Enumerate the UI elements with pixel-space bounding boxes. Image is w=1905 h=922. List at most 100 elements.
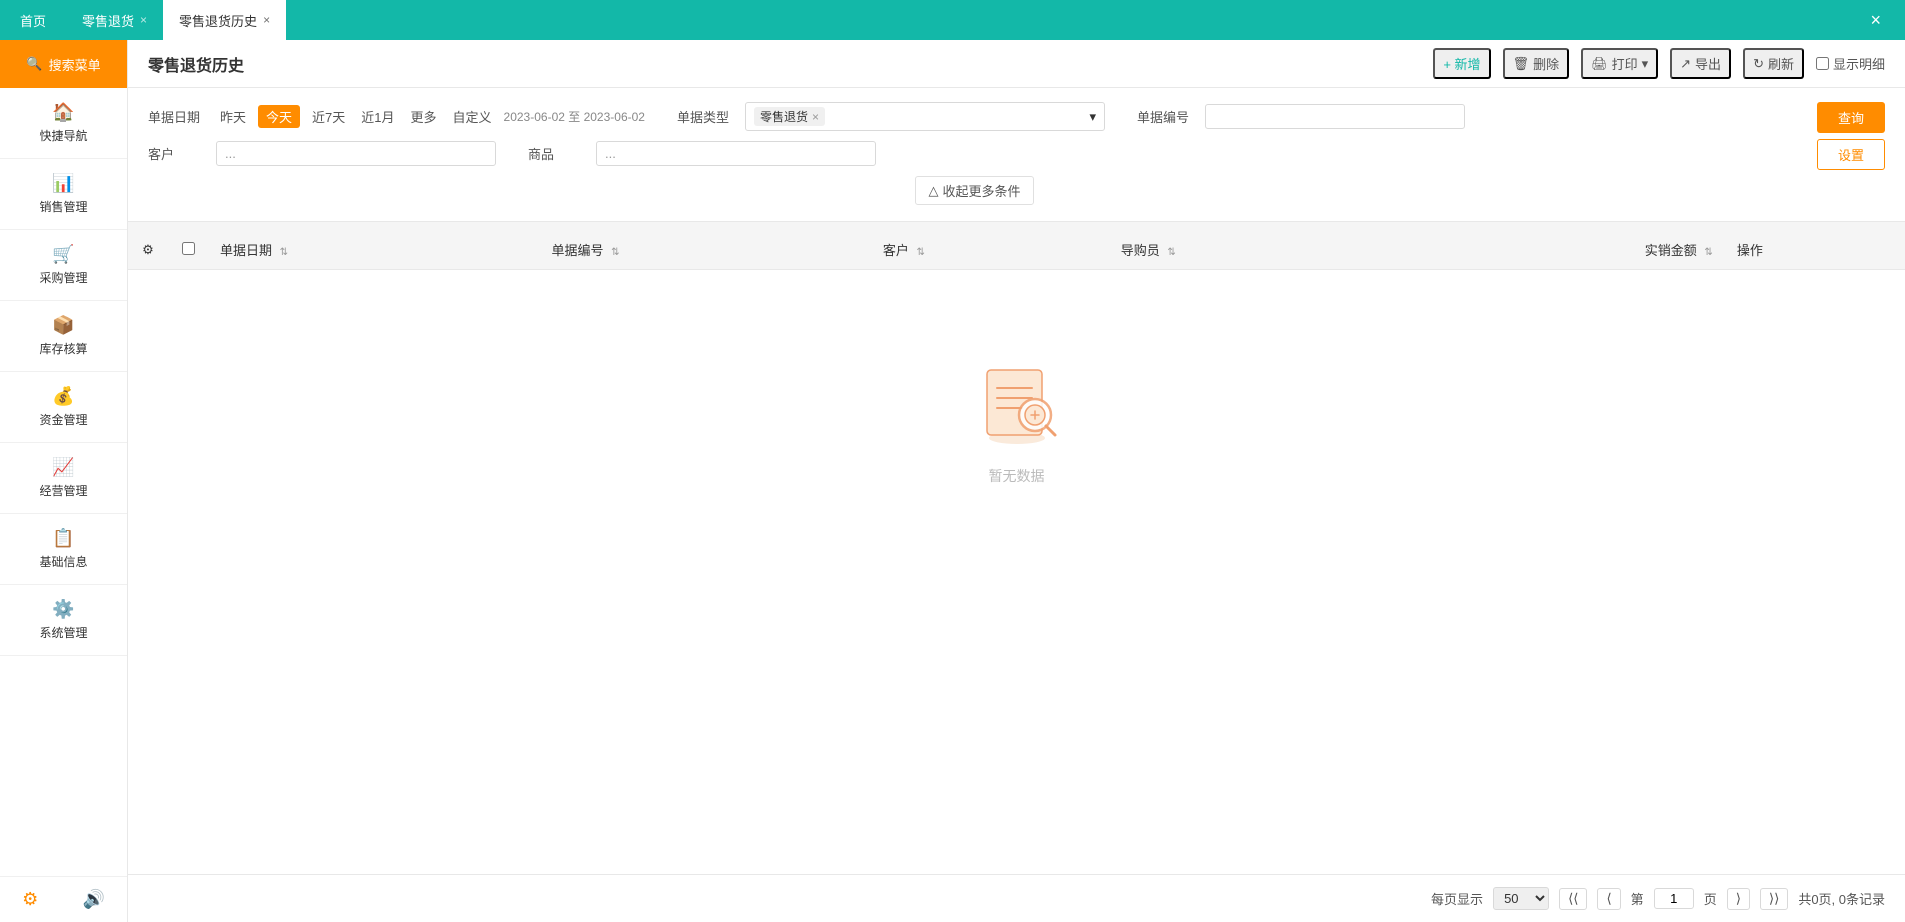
new-button[interactable]: + 新增: [1433, 48, 1490, 79]
select-all-checkbox[interactable]: [182, 242, 195, 255]
collapse-icon: △: [928, 183, 938, 199]
sidebar-item-inventory[interactable]: 📦 库存核算: [0, 301, 127, 372]
finance-icon: 💰: [52, 386, 74, 407]
tab-retail-return-history-close[interactable]: ×: [263, 13, 270, 27]
tab-retail-return[interactable]: 零售退货 ×: [66, 0, 163, 40]
filter-date-range: 2023-06-02 至 2023-06-02: [504, 108, 645, 125]
empty-illustration: [967, 350, 1067, 450]
sidebar-item-system-mgmt-label: 系统管理: [39, 624, 87, 641]
empty-state: 暂无数据: [128, 270, 1905, 566]
refresh-label: 刷新: [1768, 54, 1794, 73]
voucher-type-tag-remove[interactable]: ×: [812, 110, 819, 124]
show-detail-checkbox[interactable]: [1816, 57, 1829, 70]
filter-voucher-type-label: 单据类型: [677, 107, 737, 126]
page-input[interactable]: [1654, 888, 1694, 909]
per-page-select[interactable]: 50 10 20 100: [1493, 887, 1549, 910]
per-page-label: 每页显示: [1431, 889, 1483, 908]
query-button[interactable]: 查询: [1817, 102, 1885, 133]
sidebar-item-sales-mgmt[interactable]: 📊 销售管理: [0, 159, 127, 230]
filter-cols: 单据日期 昨天 今天 近7天 近1月 更多 自定义 2023-06-02 至 2…: [148, 102, 1801, 213]
pagination: 每页显示 50 10 20 100 ⟨⟨ ⟨ 第 页 ⟩ ⟩⟩ 共0页, 0条记…: [128, 874, 1905, 922]
voucher-type-tag: 零售退货 ×: [754, 107, 825, 126]
th-checkbox[interactable]: [168, 230, 208, 270]
collapse-button[interactable]: △ 收起更多条件: [915, 176, 1033, 205]
filter-goods-select[interactable]: ...: [596, 141, 876, 166]
export-icon: ↗: [1680, 56, 1691, 72]
tab-retail-return-close[interactable]: ×: [140, 13, 147, 27]
collapse-label: 收起更多条件: [942, 181, 1020, 200]
th-no[interactable]: 单据编号 ⇅: [539, 230, 870, 270]
empty-text: 暂无数据: [989, 466, 1045, 486]
filter-date-options: 昨天 今天 近7天 近1月 更多 自定义: [216, 105, 496, 128]
filter-row-2: 客户 ... 商品 ...: [148, 141, 1801, 166]
last-page-btn[interactable]: ⟩⟩: [1760, 888, 1788, 910]
sidebar-search[interactable]: 🔍 搜索菜单: [0, 40, 127, 88]
filter-voucher-no-input[interactable]: [1205, 104, 1465, 129]
tab-retail-return-history[interactable]: 零售退货历史 ×: [163, 0, 286, 40]
topbar-close-btn[interactable]: ×: [1862, 6, 1889, 35]
th-amount[interactable]: 实销金额 ⇅: [1393, 230, 1724, 270]
sidebar-item-quick-nav[interactable]: 🏠 快捷导航: [0, 88, 127, 159]
th-guide-label: 导购员: [1121, 243, 1160, 258]
filter-area: 单据日期 昨天 今天 近7天 近1月 更多 自定义 2023-06-02 至 2…: [128, 88, 1905, 222]
filter-goods-item: 商品 ...: [528, 141, 876, 166]
th-date-label: 单据日期: [220, 243, 272, 258]
filter-voucher-type-select[interactable]: 零售退货 × ▾: [745, 102, 1105, 131]
sidebar: 🔍 搜索菜单 🏠 快捷导航 📊 销售管理 🛒 采购管理 📦 库存核算 💰 资金管…: [0, 40, 128, 922]
sidebar-item-basic-info[interactable]: 📋 基础信息: [0, 514, 127, 585]
table-container: ⚙ 单据日期 ⇅ 单据编号 ⇅ 客户: [128, 230, 1905, 874]
content-area: 零售退货历史 + 新增 🗑 删除 🖨 打印 ▾ ↗ 导出 ↻: [128, 40, 1905, 922]
page-title: 零售退货历史: [148, 52, 244, 76]
delete-button[interactable]: 🗑 删除: [1503, 48, 1570, 79]
th-amount-sort-icon: ⇅: [1704, 247, 1712, 258]
topbar-tabs: 首页 零售退货 × 零售退货历史 ×: [0, 0, 1862, 40]
audio-icon[interactable]: 🔊: [82, 889, 104, 910]
th-settings[interactable]: ⚙: [128, 230, 168, 270]
date-opt-custom[interactable]: 自定义: [449, 105, 496, 128]
date-opt-more[interactable]: 更多: [407, 105, 441, 128]
print-label: 打印: [1612, 54, 1638, 73]
tab-home-label: 首页: [20, 11, 46, 30]
export-button[interactable]: ↗ 导出: [1670, 48, 1731, 79]
th-guide-sort-icon: ⇅: [1167, 247, 1175, 258]
tab-retail-return-history-label: 零售退货历史: [179, 11, 257, 30]
date-opt-1month[interactable]: 近1月: [357, 105, 398, 128]
page-suffix: 页: [1704, 889, 1717, 908]
setting-button[interactable]: 设置: [1817, 139, 1885, 170]
tab-home[interactable]: 首页: [0, 0, 66, 40]
th-guide[interactable]: 导购员 ⇅: [1109, 230, 1394, 270]
date-opt-7days[interactable]: 近7天: [308, 105, 349, 128]
page-actions: + 新增 🗑 删除 🖨 打印 ▾ ↗ 导出 ↻ 刷新: [1433, 48, 1885, 79]
table-head-row: ⚙ 单据日期 ⇅ 单据编号 ⇅ 客户: [128, 230, 1905, 270]
date-opt-today[interactable]: 今天: [258, 105, 300, 128]
print-button[interactable]: 🖨 打印 ▾: [1581, 48, 1658, 79]
topbar: 首页 零售退货 × 零售退货历史 × ×: [0, 0, 1905, 40]
date-opt-yesterday[interactable]: 昨天: [216, 105, 250, 128]
settings-bottom-icon[interactable]: ⚙: [22, 889, 38, 910]
show-detail-text: 显示明细: [1833, 54, 1885, 73]
sidebar-bottom: ⚙ 🔊: [0, 876, 127, 922]
sidebar-item-purchase-mgmt-label: 采购管理: [39, 269, 87, 286]
th-customer[interactable]: 客户 ⇅: [871, 230, 1109, 270]
filter-date-label: 单据日期: [148, 107, 208, 126]
th-date[interactable]: 单据日期 ⇅: [208, 230, 539, 270]
sidebar-item-system-mgmt[interactable]: ⚙️ 系统管理: [0, 585, 127, 656]
sidebar-item-operations-label: 经营管理: [39, 482, 87, 499]
sidebar-item-operations[interactable]: 📈 经营管理: [0, 443, 127, 514]
sidebar-item-purchase-mgmt[interactable]: 🛒 采购管理: [0, 230, 127, 301]
sidebar-item-basic-info-label: 基础信息: [39, 553, 87, 570]
table-body: 暂无数据: [128, 270, 1905, 567]
sales-icon: 📊: [52, 173, 74, 194]
first-page-btn[interactable]: ⟨⟨: [1559, 888, 1587, 910]
filter-customer-select[interactable]: ...: [216, 141, 496, 166]
collapse-row: △ 收起更多条件: [148, 176, 1801, 213]
total-label: 共0页, 0条记录: [1798, 889, 1885, 908]
sidebar-item-finance[interactable]: 💰 资金管理: [0, 372, 127, 443]
next-page-btn[interactable]: ⟩: [1727, 888, 1750, 910]
customer-ellipsis: ...: [225, 146, 236, 161]
inventory-icon: 📦: [52, 315, 74, 336]
refresh-button[interactable]: ↻ 刷新: [1743, 48, 1804, 79]
filter-customer-item: 客户 ...: [148, 141, 496, 166]
export-label: 导出: [1695, 54, 1721, 73]
prev-page-btn[interactable]: ⟨: [1597, 888, 1620, 910]
